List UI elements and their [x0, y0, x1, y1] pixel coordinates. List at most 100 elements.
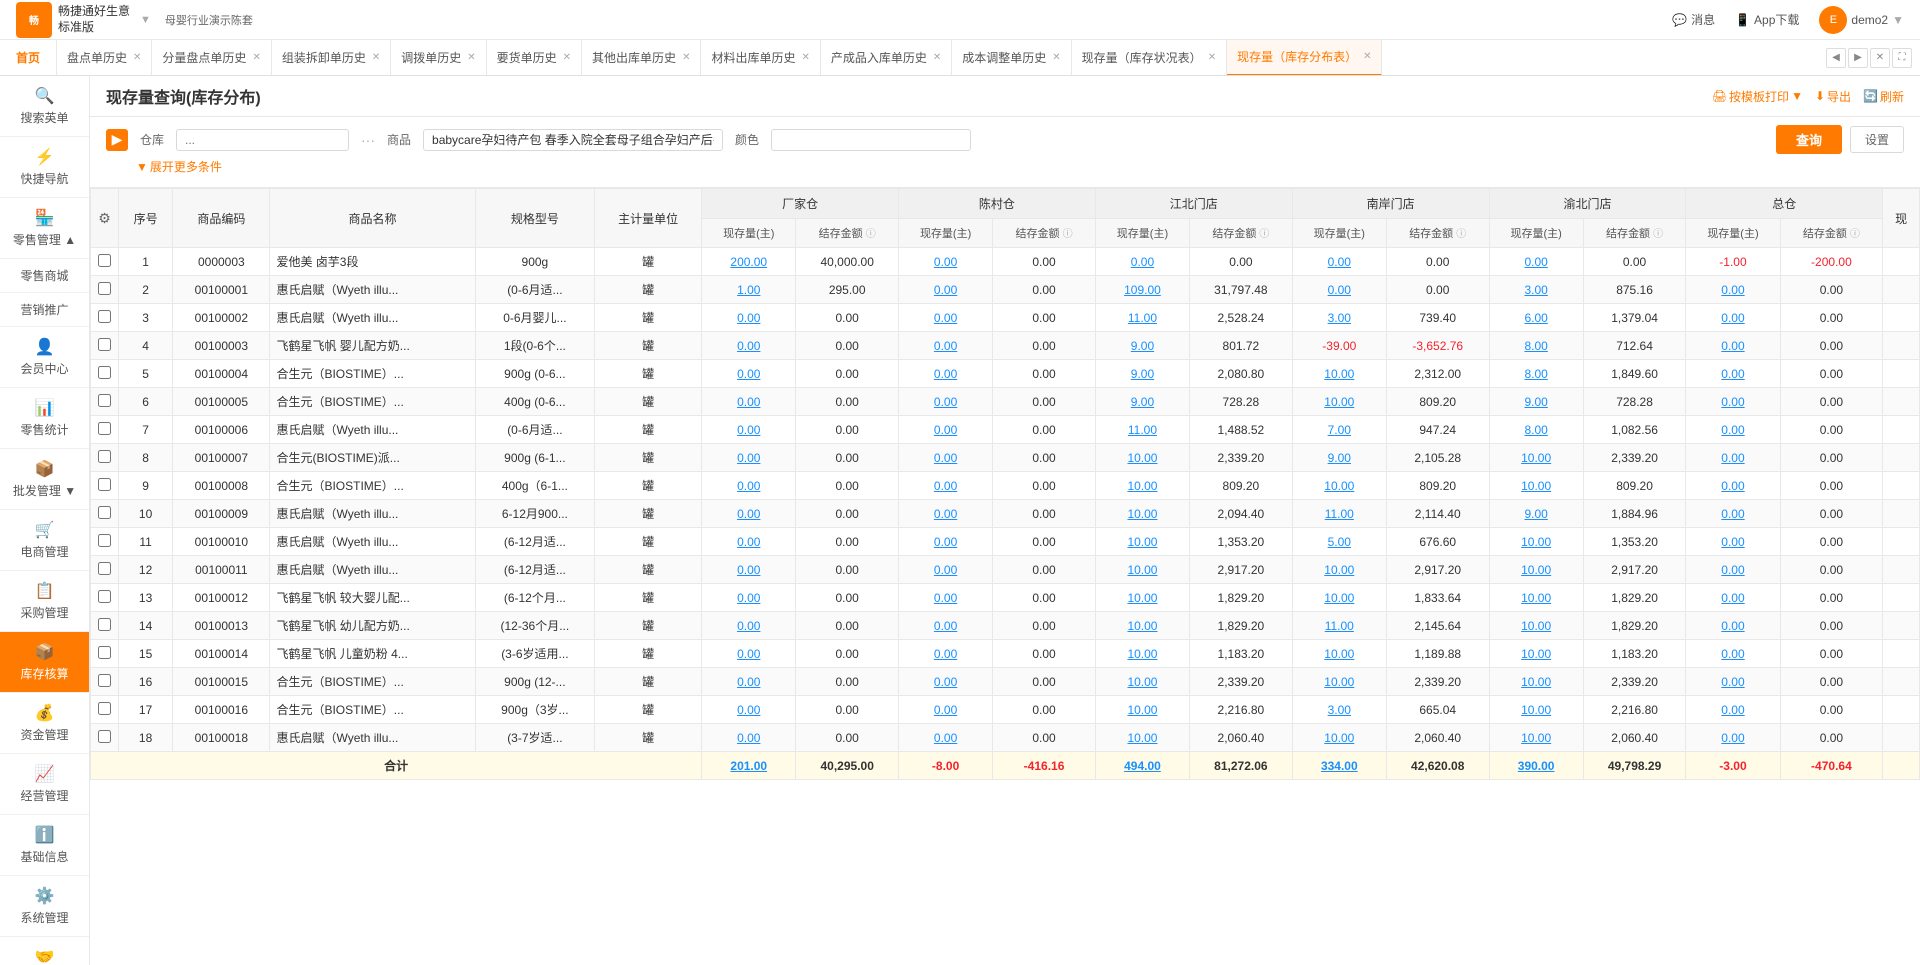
cell-jq[interactable]: 10.00	[1095, 472, 1189, 500]
cell-cq[interactable]: 0.00	[899, 556, 993, 584]
row-checkbox[interactable]	[98, 646, 111, 659]
goods-input[interactable]	[423, 129, 723, 151]
cell-ybq[interactable]: 9.00	[1489, 388, 1583, 416]
tab-home[interactable]: 首页	[0, 40, 57, 76]
cell-nq[interactable]: 5.00	[1292, 528, 1386, 556]
cell-ybq[interactable]: 10.00	[1489, 556, 1583, 584]
cell-nq[interactable]: 9.00	[1292, 444, 1386, 472]
table-container[interactable]: ⚙ 序号 商品编码 商品名称 规格型号 主计量单位 厂家仓 陈村仓 江北门店 南…	[90, 188, 1920, 965]
cell-fq[interactable]: 0.00	[702, 472, 796, 500]
cell-cq[interactable]: 0.00	[899, 416, 993, 444]
cell-tq[interactable]: 0.00	[1686, 556, 1780, 584]
cell-checkbox[interactable]	[91, 640, 119, 668]
cell-fq[interactable]: 0.00	[702, 696, 796, 724]
cell-nq[interactable]: 10.00	[1292, 360, 1386, 388]
color-input[interactable]	[771, 129, 971, 151]
cell-fq[interactable]: 0.00	[702, 444, 796, 472]
tab-material-out[interactable]: 材料出库单历史 ✕	[701, 40, 820, 76]
cell-fq[interactable]: 0.00	[702, 724, 796, 752]
cell-tq[interactable]: -1.00	[1686, 248, 1780, 276]
cell-nq[interactable]: 10.00	[1292, 724, 1386, 752]
cell-nq[interactable]: 7.00	[1292, 416, 1386, 444]
cell-tq[interactable]: 0.00	[1686, 304, 1780, 332]
tab-other-out[interactable]: 其他出库单历史 ✕	[582, 40, 701, 76]
sidebar-sub-marketing[interactable]: 营销推广	[0, 293, 89, 327]
cell-checkbox[interactable]	[91, 556, 119, 584]
cell-ybq[interactable]: 10.00	[1489, 472, 1583, 500]
tab-close-current-stock-table[interactable]: ✕	[1208, 52, 1216, 63]
cell-ybq[interactable]: 6.00	[1489, 304, 1583, 332]
cell-fq[interactable]: 0.00	[702, 556, 796, 584]
cell-fq[interactable]: 0.00	[702, 500, 796, 528]
sidebar-item-stock[interactable]: 📦 库存核算	[0, 632, 89, 693]
cell-cq[interactable]: 0.00	[899, 528, 993, 556]
cell-fq[interactable]: 0.00	[702, 528, 796, 556]
footer-jq[interactable]: 494.00	[1095, 752, 1189, 780]
tab-prev-btn[interactable]: ◀	[1826, 48, 1846, 68]
cell-nq[interactable]: 10.00	[1292, 472, 1386, 500]
cell-tq[interactable]: 0.00	[1686, 276, 1780, 304]
cell-nq[interactable]: 3.00	[1292, 696, 1386, 724]
sidebar-item-enterprise[interactable]: 🤝 企业协同	[0, 937, 89, 965]
cell-checkbox[interactable]	[91, 668, 119, 696]
cell-checkbox[interactable]	[91, 248, 119, 276]
cell-jq[interactable]: 10.00	[1095, 556, 1189, 584]
cell-jq[interactable]: 0.00	[1095, 248, 1189, 276]
cell-jq[interactable]: 10.00	[1095, 724, 1189, 752]
cell-cq[interactable]: 0.00	[899, 696, 993, 724]
cell-ybq[interactable]: 0.00	[1489, 248, 1583, 276]
row-checkbox[interactable]	[98, 590, 111, 603]
cell-cq[interactable]: 0.00	[899, 444, 993, 472]
cell-checkbox[interactable]	[91, 276, 119, 304]
cell-nq[interactable]: 10.00	[1292, 388, 1386, 416]
tab-expand-btn[interactable]: ⛶	[1892, 48, 1912, 68]
row-checkbox[interactable]	[98, 702, 111, 715]
row-checkbox[interactable]	[98, 394, 111, 407]
tab-inventory-split[interactable]: 分量盘点单历史 ✕	[152, 40, 271, 76]
cell-fq[interactable]: 200.00	[702, 248, 796, 276]
sidebar-item-system[interactable]: ⚙️ 系统管理	[0, 876, 89, 937]
cell-jq[interactable]: 10.00	[1095, 584, 1189, 612]
row-checkbox[interactable]	[98, 422, 111, 435]
expand-btn[interactable]: ▼ 展开更多条件	[136, 158, 222, 175]
row-checkbox[interactable]	[98, 562, 111, 575]
cell-ybq[interactable]: 8.00	[1489, 416, 1583, 444]
tab-inventory-single[interactable]: 盘点单历史 ✕	[57, 40, 152, 76]
footer-nq[interactable]: 334.00	[1292, 752, 1386, 780]
cell-tq[interactable]: 0.00	[1686, 612, 1780, 640]
user-avatar[interactable]: 按模板打印 E demo2 ▼	[1819, 6, 1904, 34]
cell-ybq[interactable]: 10.00	[1489, 612, 1583, 640]
sidebar-item-shortcut[interactable]: ⚡ 快捷导航	[0, 137, 89, 198]
cell-nq[interactable]: 10.00	[1292, 584, 1386, 612]
tab-close-product-in[interactable]: ✕	[933, 52, 941, 63]
cell-checkbox[interactable]	[91, 472, 119, 500]
cell-jq[interactable]: 10.00	[1095, 696, 1189, 724]
cell-fq[interactable]: 0.00	[702, 584, 796, 612]
settings-icon[interactable]: ⚙	[98, 210, 111, 226]
cell-checkbox[interactable]	[91, 388, 119, 416]
warehouse-input[interactable]	[176, 129, 349, 151]
cell-tq[interactable]: 0.00	[1686, 360, 1780, 388]
cell-ybq[interactable]: 3.00	[1489, 276, 1583, 304]
sidebar-item-search[interactable]: 🔍 搜索英单	[0, 76, 89, 137]
tab-cost-adjust[interactable]: 成本调整单历史 ✕	[952, 40, 1071, 76]
cell-ybq[interactable]: 8.00	[1489, 360, 1583, 388]
cell-ybq[interactable]: 10.00	[1489, 668, 1583, 696]
cell-fq[interactable]: 0.00	[702, 332, 796, 360]
cell-cq[interactable]: 0.00	[899, 248, 993, 276]
cell-cq[interactable]: 0.00	[899, 584, 993, 612]
cell-ybq[interactable]: 10.00	[1489, 528, 1583, 556]
cell-cq[interactable]: 0.00	[899, 360, 993, 388]
row-checkbox[interactable]	[98, 366, 111, 379]
sidebar-sub-retail-mall[interactable]: 零售商城	[0, 259, 89, 293]
tab-close-cost-adjust[interactable]: ✕	[1052, 52, 1060, 63]
cell-checkbox[interactable]	[91, 584, 119, 612]
cell-tq[interactable]: 0.00	[1686, 724, 1780, 752]
sidebar-item-wholesale[interactable]: 📦 批发管理 ▼	[0, 449, 89, 510]
tab-close-current-stock-dist[interactable]: ✕	[1363, 51, 1371, 62]
cell-cq[interactable]: 0.00	[899, 612, 993, 640]
cell-checkbox[interactable]	[91, 696, 119, 724]
cell-ybq[interactable]: 8.00	[1489, 332, 1583, 360]
cell-jq[interactable]: 9.00	[1095, 332, 1189, 360]
tab-purchase[interactable]: 要货单历史 ✕	[487, 40, 582, 76]
